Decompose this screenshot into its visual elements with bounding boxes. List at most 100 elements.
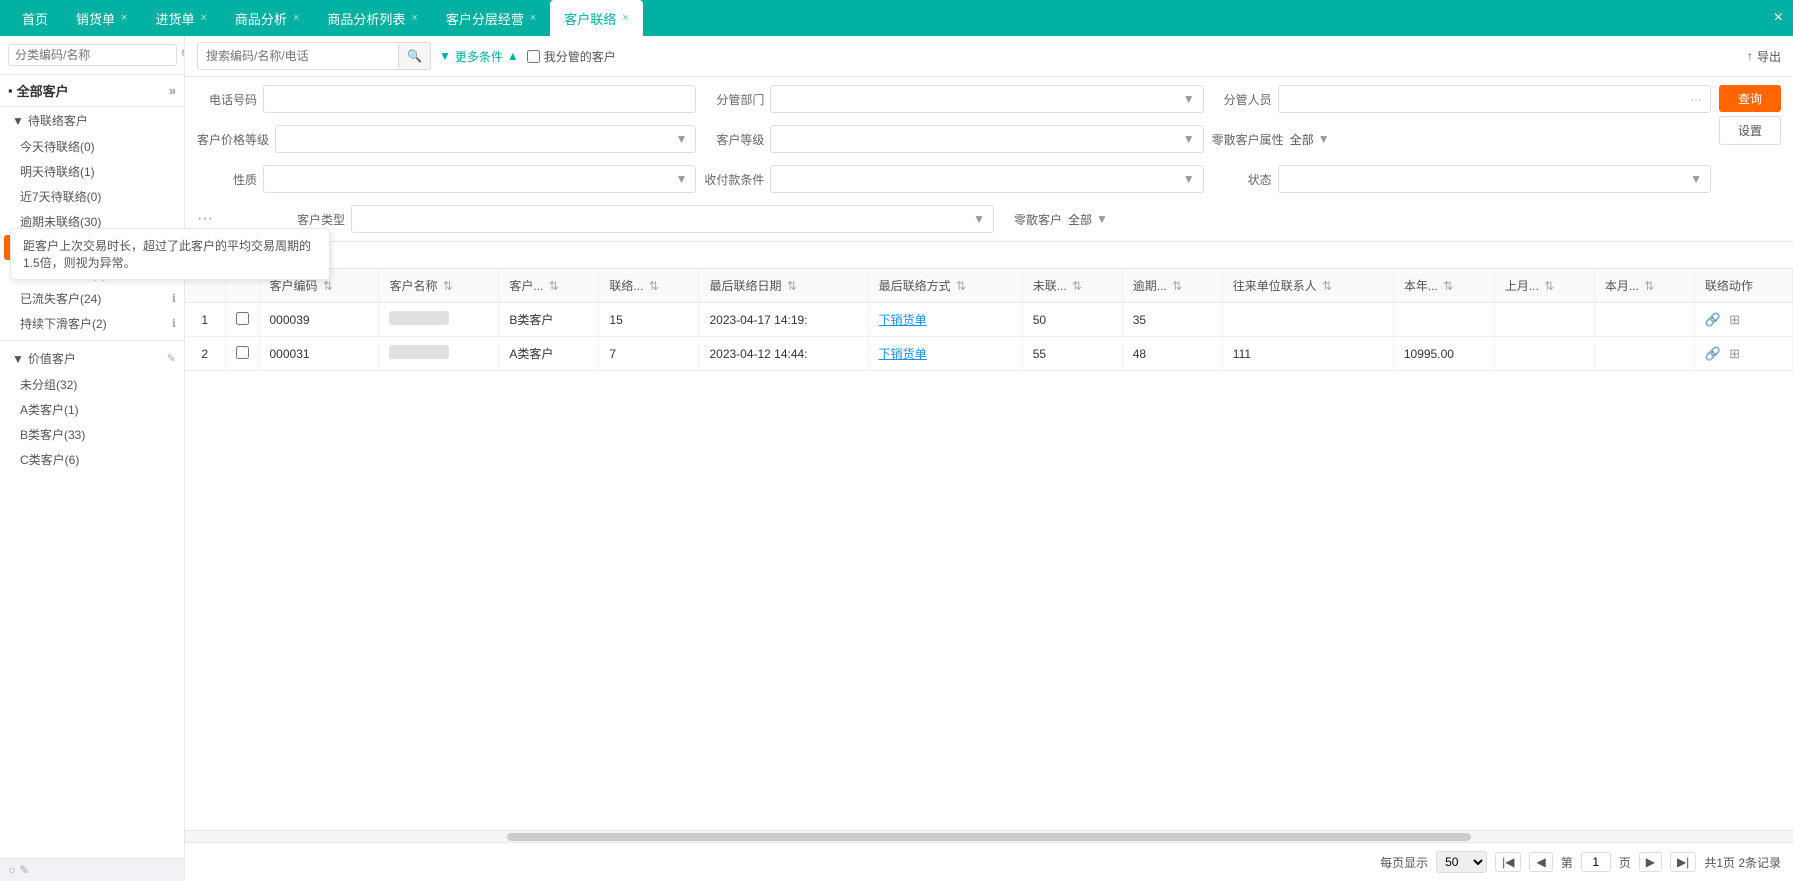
col-this-month[interactable]: 本月... ⇅ <box>1594 269 1694 303</box>
scatter-attr-dropdown[interactable]: ▼ <box>1318 125 1338 153</box>
payment-select[interactable]: ▼ <box>770 165 1203 193</box>
col-contact-count[interactable]: 联络... ⇅ <box>599 269 699 303</box>
col-related-person[interactable]: 往来单位联系人 ⇅ <box>1222 269 1393 303</box>
sidebar-item-declining[interactable]: 持续下滑客户(2) ℹ <box>0 311 184 336</box>
row-last-method[interactable]: 下销货单 <box>868 303 1022 337</box>
next-page-btn[interactable]: ▶ <box>1639 852 1662 872</box>
edit-bottom-icon[interactable]: ✎ <box>19 863 29 877</box>
nav-purchase-order[interactable]: 进货单 × <box>141 0 220 36</box>
value-customer-group[interactable]: ▼ 价值客户 ✎ <box>0 345 184 372</box>
sort-icon: ⇅ <box>1172 279 1182 293</box>
sidebar-item-class-a[interactable]: A类客户(1) <box>0 397 184 422</box>
close-icon[interactable]: × <box>200 12 206 24</box>
pending-contact-group[interactable]: ▼ 待联络客户 <box>0 107 184 134</box>
person-label: 分管人员 <box>1212 91 1272 108</box>
prev-page-btn[interactable]: ◀ <box>1529 852 1552 872</box>
close-icon[interactable]: × <box>622 12 628 24</box>
contact-icon[interactable]: 🔗 <box>1705 312 1721 328</box>
filter-bar: 🔍 ▼ 更多条件 ▲ 我分管的客户 ↑ 导出 <box>185 36 1793 77</box>
close-icon[interactable]: × <box>411 12 417 24</box>
person-select[interactable]: ··· <box>1278 85 1711 113</box>
nav-customer-contact[interactable]: 客户联络 × <box>550 0 642 36</box>
nav-home[interactable]: 首页 <box>8 0 62 36</box>
info-icon: ℹ <box>172 317 176 330</box>
more-action-icon[interactable]: ⊞ <box>1729 312 1740 328</box>
retail-dropdown[interactable]: ▼ <box>1096 205 1116 233</box>
nav-product-analysis[interactable]: 商品分析 × <box>221 0 313 36</box>
row-actions: 🔗 ⊞ <box>1694 303 1792 337</box>
nav-product-analysis-list[interactable]: 商品分析列表 × <box>313 0 431 36</box>
more-conditions-btn[interactable]: ▼ 更多条件 ▲ <box>439 48 519 65</box>
close-icon[interactable]: × <box>530 12 536 24</box>
dept-select[interactable]: ▼ <box>770 85 1203 113</box>
row-this-year: 10995.00 <box>1393 337 1494 371</box>
col-last-month[interactable]: 上月... ⇅ <box>1494 269 1594 303</box>
sidebar-item-7days[interactable]: 近7天待联络(0) <box>0 184 184 209</box>
scroll-thumb[interactable] <box>507 833 1472 841</box>
data-table: 客户编码 ⇅ 客户名称 ⇅ 客户... ⇅ 联络... <box>185 269 1793 371</box>
sidebar-item-class-b[interactable]: B类客户(33) <box>0 422 184 447</box>
last-page-btn[interactable]: ▶| <box>1670 852 1696 872</box>
col-last-method[interactable]: 最后联络方式 ⇅ <box>868 269 1022 303</box>
col-last-date[interactable]: 最后联络日期 ⇅ <box>699 269 868 303</box>
filter-person: 分管人员 ··· <box>1212 85 1711 113</box>
customer-level-label: 客户等级 <box>704 131 764 148</box>
nav-sales-order[interactable]: 销货单 × <box>62 0 141 36</box>
phone-label: 电话号码 <box>197 91 257 108</box>
col-uncontacted[interactable]: 未联... ⇅ <box>1022 269 1122 303</box>
col-name[interactable]: 客户名称 ⇅ <box>379 269 499 303</box>
customer-level-select[interactable]: ▼ <box>770 125 1203 153</box>
search-input[interactable] <box>198 49 398 63</box>
nature-select[interactable]: ▼ <box>263 165 696 193</box>
col-category[interactable]: 客户... ⇅ <box>499 269 599 303</box>
row-last-method[interactable]: 下销货单 <box>868 337 1022 371</box>
more-filter-dots[interactable]: ··· <box>197 210 213 228</box>
retail-label: 零散客户 <box>1002 211 1062 228</box>
sidebar-item-ungraded[interactable]: 未分组(32) <box>0 372 184 397</box>
col-overdue[interactable]: 逾期... ⇅ <box>1122 269 1222 303</box>
row-checkbox[interactable] <box>236 312 249 325</box>
query-button[interactable]: 查询 <box>1719 85 1781 112</box>
sort-icon: ⇅ <box>549 279 559 293</box>
filter-nature: 性质 ▼ <box>197 165 696 193</box>
filter-customer-type: 客户类型 ▼ <box>285 205 994 233</box>
sidebar-item-tomorrow[interactable]: 明天待联络(1) <box>0 159 184 184</box>
settings-button[interactable]: 设置 <box>1719 116 1781 145</box>
contact-icon[interactable]: 🔗 <box>1705 346 1721 362</box>
per-page-select[interactable]: 50 10 20 100 <box>1436 851 1487 873</box>
sidebar-search-input[interactable] <box>8 44 177 66</box>
col-this-year[interactable]: 本年... ⇅ <box>1393 269 1494 303</box>
sidebar-item-today[interactable]: 今天待联络(0) <box>0 134 184 159</box>
search-input-wrap: 🔍 <box>197 42 431 70</box>
nav-customer-segmentation[interactable]: 客户分层经营 × <box>432 0 550 36</box>
search-button[interactable]: 🔍 <box>398 42 430 70</box>
sidebar-item-lost[interactable]: 已流失客户(24) ℹ <box>0 286 184 311</box>
horizontal-scrollbar[interactable] <box>185 830 1793 842</box>
filter-row-2: 客户价格等级 ▼ 客户等级 ▼ 零散客户属性 <box>197 125 1711 153</box>
circle-icon[interactable]: ○ <box>8 863 15 877</box>
close-all-tabs[interactable]: × <box>1774 9 1783 27</box>
phone-input[interactable] <box>263 85 696 113</box>
page-input[interactable] <box>1581 852 1611 872</box>
first-page-btn[interactable]: |◀ <box>1495 852 1521 872</box>
close-icon[interactable]: × <box>121 12 127 24</box>
close-icon[interactable]: × <box>293 12 299 24</box>
arrow-icon: ▼ <box>12 352 24 366</box>
my-customers-checkbox[interactable]: 我分管的客户 <box>527 48 616 65</box>
sort-icon: ⇅ <box>1443 279 1453 293</box>
status-select[interactable]: ▼ <box>1278 165 1711 193</box>
my-customers-check[interactable] <box>527 50 540 63</box>
price-level-select[interactable]: ▼ <box>275 125 696 153</box>
col-actions: 联络动作 <box>1694 269 1792 303</box>
filter-row-3: 性质 ▼ 收付款条件 ▼ 状态 <box>197 165 1711 193</box>
customer-type-select[interactable]: ▼ <box>351 205 994 233</box>
collapse-icon[interactable]: » <box>169 83 176 98</box>
more-action-icon[interactable]: ⊞ <box>1729 346 1740 362</box>
table-row: 2 000031 A类客户 7 2023-04-12 14:44: 下销货单 <box>185 337 1793 371</box>
edit-icon[interactable]: ✎ <box>167 352 176 365</box>
export-button[interactable]: ↑ 导出 <box>1747 48 1781 65</box>
arrow-up-icon: ▲ <box>507 49 519 63</box>
sidebar-item-class-c[interactable]: C类客户(6) <box>0 447 184 472</box>
row-checkbox[interactable] <box>236 346 249 359</box>
row-code: 000039 <box>259 303 379 337</box>
